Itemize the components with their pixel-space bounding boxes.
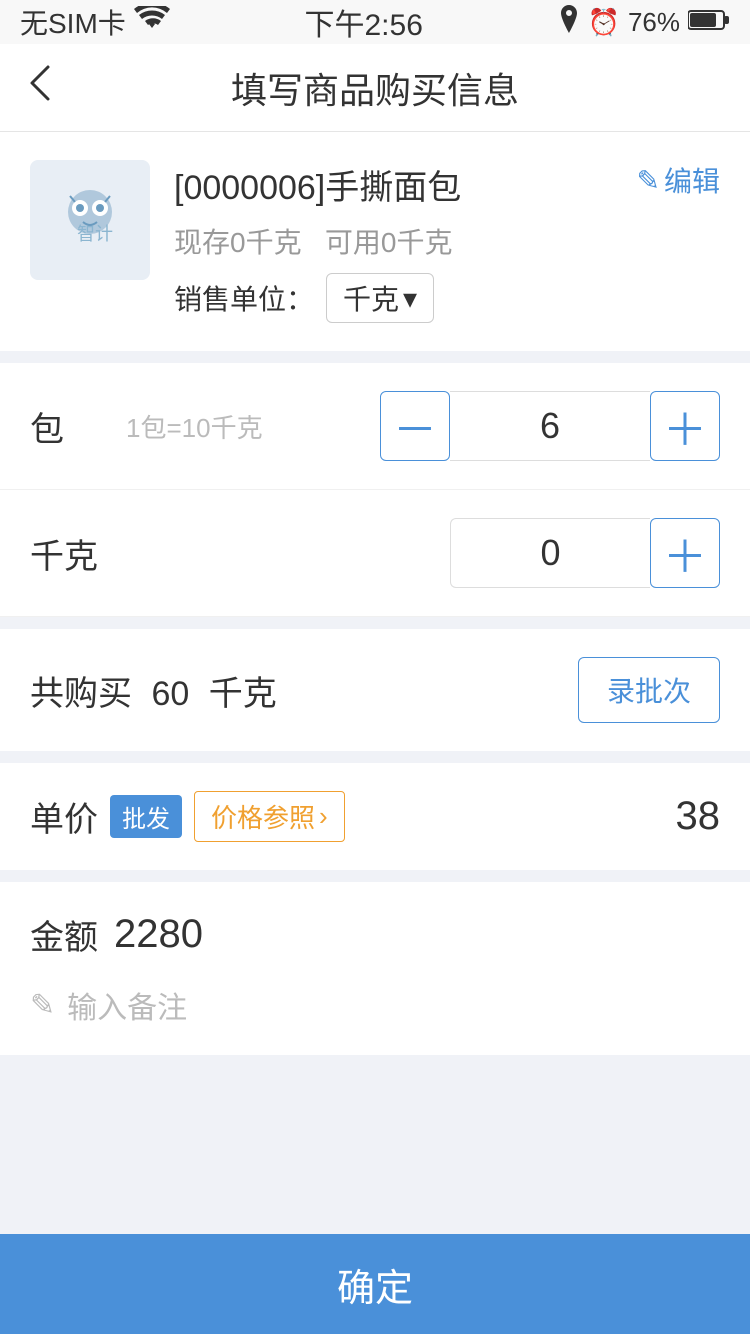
kg-qty-input[interactable] bbox=[450, 518, 650, 588]
note-row[interactable]: ✎ 输入备注 bbox=[30, 983, 720, 1027]
battery-percent: 76% bbox=[628, 7, 680, 38]
package-qty-controls: － ＋ bbox=[380, 391, 720, 461]
plus-icon-kg: ＋ bbox=[663, 521, 707, 585]
price-ref-label: 价格参照 bbox=[211, 798, 315, 835]
price-ref-arrow: › bbox=[319, 801, 328, 832]
package-qty-input[interactable] bbox=[450, 391, 650, 461]
total-amount: 60 bbox=[151, 675, 189, 713]
batch-button[interactable]: 录批次 bbox=[578, 657, 720, 723]
price-label: 单价 bbox=[30, 792, 98, 841]
package-label: 包 bbox=[30, 402, 110, 451]
amount-row: 金额 2280 bbox=[30, 910, 720, 959]
alarm-icon: ⏰ bbox=[588, 7, 620, 38]
no-sim-text: 无SIM卡 bbox=[20, 2, 126, 42]
minus-icon: － bbox=[393, 394, 437, 458]
status-time: 下午2:56 bbox=[304, 0, 422, 44]
price-left: 单价 批发 价格参照 › bbox=[30, 791, 345, 842]
price-reference-button[interactable]: 价格参照 › bbox=[194, 791, 345, 842]
kg-qty-controls: ＋ bbox=[450, 518, 720, 588]
note-icon: ✎ bbox=[30, 988, 55, 1023]
price-type-tag: 批发 bbox=[110, 795, 182, 838]
dropdown-icon: ▾ bbox=[403, 282, 417, 315]
status-right: ⏰ 76% bbox=[558, 5, 730, 40]
bottom-spacer bbox=[0, 1055, 750, 1255]
package-hint: 1包=10千克 bbox=[126, 408, 364, 445]
status-left: 无SIM卡 bbox=[20, 2, 170, 42]
edit-label: 编辑 bbox=[664, 160, 720, 200]
package-plus-button[interactable]: ＋ bbox=[650, 391, 720, 461]
package-minus-button[interactable]: － bbox=[380, 391, 450, 461]
edit-button[interactable]: ✎ 编辑 bbox=[637, 160, 720, 200]
product-unit-row: 销售单位： 千克 ▾ bbox=[174, 273, 720, 323]
product-card: 智计 [0000006]手撕面包 现存0千克 可用0千克 销售单位： 千克 ▾ … bbox=[0, 132, 750, 363]
kg-qty-row: 千克 ＋ bbox=[0, 490, 750, 617]
status-bar: 无SIM卡 下午2:56 ⏰ 76% bbox=[0, 0, 750, 44]
amount-section: 金额 2280 ✎ 输入备注 bbox=[0, 882, 750, 1055]
unit-value: 千克 bbox=[343, 278, 399, 318]
plus-icon: ＋ bbox=[663, 394, 707, 458]
kg-plus-button[interactable]: ＋ bbox=[650, 518, 720, 588]
package-qty-row: 包 1包=10千克 － ＋ bbox=[0, 363, 750, 490]
product-image-placeholder: 智计 bbox=[55, 184, 125, 256]
battery-icon bbox=[688, 7, 730, 38]
location-icon bbox=[558, 5, 580, 40]
confirm-button[interactable]: 确定 bbox=[0, 1234, 750, 1334]
quantity-section: 包 1包=10千克 － ＋ 千克 ＋ bbox=[0, 363, 750, 617]
price-value: 38 bbox=[676, 794, 721, 839]
price-section: 单价 批发 价格参照 › 38 bbox=[0, 763, 750, 882]
total-unit: 千克 bbox=[209, 675, 277, 713]
amount-label: 金额 bbox=[30, 910, 98, 959]
total-text: 共购买 60 千克 bbox=[30, 666, 277, 715]
unit-select[interactable]: 千克 ▾ bbox=[326, 273, 434, 323]
back-button[interactable] bbox=[28, 63, 52, 113]
svg-text:智计: 智计 bbox=[77, 224, 113, 244]
nav-bar: 填写商品购买信息 bbox=[0, 44, 750, 132]
amount-value: 2280 bbox=[114, 912, 203, 957]
kg-label: 千克 bbox=[30, 529, 110, 578]
product-stock: 现存0千克 可用0千克 bbox=[174, 221, 720, 261]
note-input[interactable]: 输入备注 bbox=[67, 983, 187, 1027]
current-stock: 现存0千克 bbox=[174, 227, 302, 258]
available-stock: 可用0千克 bbox=[325, 227, 453, 258]
total-row: 共购买 60 千克 录批次 bbox=[0, 629, 750, 763]
wifi-icon bbox=[134, 6, 170, 39]
unit-label: 销售单位： bbox=[174, 278, 314, 318]
edit-icon: ✎ bbox=[637, 164, 660, 197]
total-prefix: 共购买 bbox=[30, 675, 132, 713]
page-title: 填写商品购买信息 bbox=[231, 62, 519, 114]
product-thumbnail: 智计 bbox=[30, 160, 150, 280]
